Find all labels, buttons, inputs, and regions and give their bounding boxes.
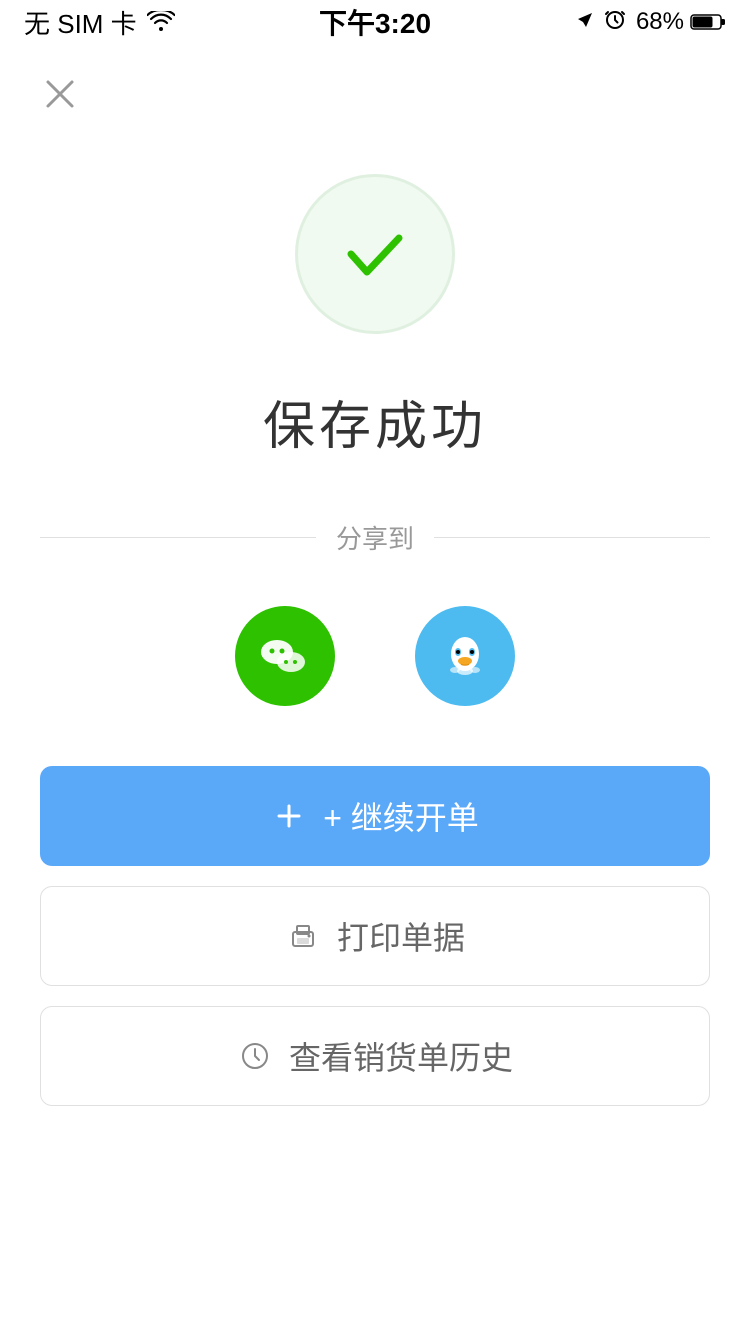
wechat-icon [255,626,315,686]
close-button[interactable] [30,64,90,124]
status-right: 68% [576,8,726,37]
check-icon [335,214,415,294]
battery-percent: 68% [636,8,684,36]
status-bar: 无 SIM 卡 下午3:20 68% [0,0,750,44]
print-button[interactable]: 打印单据 [40,886,710,986]
success-title: 保存成功 [263,384,487,459]
print-button-text: 打印单据 [337,913,465,959]
success-icon-circle [295,174,455,334]
status-time: 下午3:20 [319,2,431,42]
wifi-icon [147,7,175,38]
wechat-share-button[interactable] [235,606,335,706]
status-left: 无 SIM 卡 [24,4,175,41]
qq-share-button[interactable] [415,606,515,706]
share-icons [40,606,710,706]
history-button[interactable]: 查看销货单历史 [40,1006,710,1106]
plus-icon [271,798,307,834]
continue-button[interactable]: + 继续开单 [40,766,710,866]
print-icon [285,918,321,954]
share-divider: 分享到 [40,519,710,556]
continue-button-text: + 继续开单 [323,793,479,839]
qq-icon [435,626,495,686]
share-section: 分享到 [40,519,710,706]
clock-icon [237,1038,273,1074]
main-content: 保存成功 分享到 [0,124,750,1334]
share-label: 分享到 [336,519,414,556]
location-icon [576,8,594,36]
carrier-text: 无 SIM 卡 [24,4,137,41]
alarm-icon [604,8,626,37]
history-button-text: 查看销货单历史 [289,1033,513,1079]
action-buttons: + 继续开单 打印单据 查看销货单历史 [40,766,710,1106]
battery-block: 68% [636,8,726,36]
